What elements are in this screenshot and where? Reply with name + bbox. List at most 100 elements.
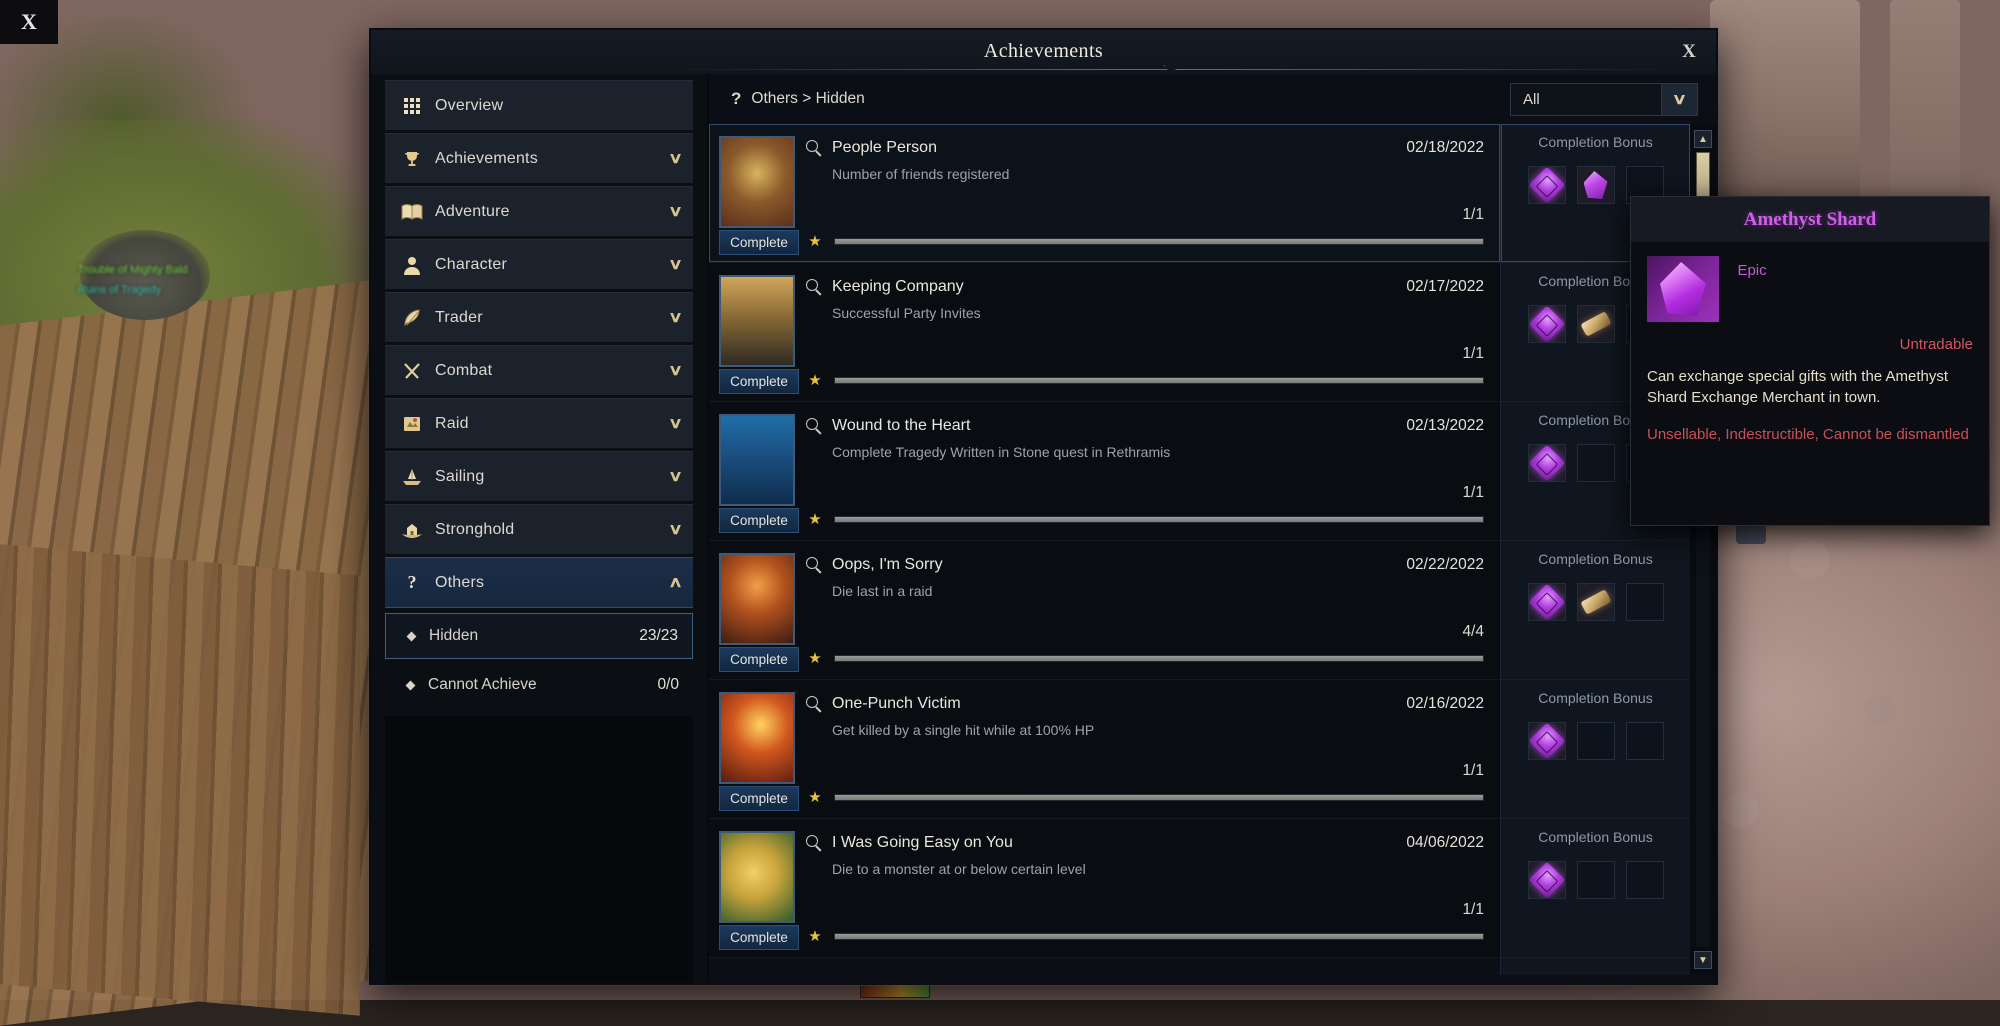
achievement-thumbnail-column: Complete	[709, 402, 804, 540]
achievement-title-row: People Person 02/18/2022	[804, 138, 1500, 158]
sidebar-item-trader[interactable]: Trader∨	[385, 292, 693, 343]
chevron-down-icon[interactable]: ∨	[668, 469, 683, 484]
world-floating-label-1: Trouble of Mighty Bald	[78, 262, 188, 278]
chevron-down-icon[interactable]: ∨	[668, 522, 683, 537]
tooltip-rarity: Epic	[1737, 262, 1766, 279]
chevron-down-icon[interactable]: ∨	[668, 204, 683, 219]
achievement-row[interactable]: Complete One-Punch Victim 02/16/2022 Get…	[709, 680, 1500, 819]
achievement-description: Successful Party Invites	[832, 305, 1500, 321]
achievement-status-badge: Complete	[719, 230, 799, 255]
tooltip-body: Epic Untradable Can exchange special gif…	[1631, 242, 1989, 445]
chevron-down-icon[interactable]: ∨	[668, 363, 683, 378]
magnifier-icon	[804, 555, 824, 575]
completion-bonus-label: Completion Bonus	[1501, 134, 1690, 150]
achievement-icon	[719, 553, 795, 645]
title-diamond-ornament	[1164, 65, 1180, 74]
sidebar-item-sailing[interactable]: Sailing∨	[385, 451, 693, 502]
achievement-icon	[719, 831, 795, 923]
bullet-icon	[407, 631, 417, 641]
close-window-button[interactable]: X	[1674, 38, 1704, 66]
reward-slots	[1501, 583, 1690, 621]
gem-icon	[1528, 862, 1565, 899]
castle-icon	[399, 517, 425, 543]
reward-slot-gem[interactable]	[1528, 861, 1566, 899]
achievement-progress-bar	[834, 794, 1484, 801]
sidebar-item-others[interactable]: ? Others∧	[385, 557, 693, 608]
achievement-title: Oops, I'm Sorry	[832, 556, 1406, 574]
magnifier-icon	[804, 138, 824, 158]
reward-slot-gem[interactable]	[1528, 444, 1566, 482]
completion-bonus-label: Completion Bonus	[1501, 829, 1690, 845]
breadcrumb: Others > Hidden	[751, 90, 1500, 108]
question-icon: ?	[399, 570, 425, 596]
scroll-down-button[interactable]: ▼	[1694, 951, 1712, 969]
reward-slot-empty[interactable]	[1626, 722, 1664, 760]
achievement-title-row: One-Punch Victim 02/16/2022	[804, 694, 1500, 714]
amethyst-shard-icon	[1584, 171, 1608, 199]
reward-slot-scroll[interactable]	[1577, 583, 1615, 621]
sidebar-item-overview[interactable]: Overview	[385, 80, 693, 131]
chevron-down-icon[interactable]: ∨	[1661, 84, 1697, 115]
scroll-icon	[1580, 589, 1611, 615]
sidebar-item-adventure[interactable]: Adventure∨	[385, 186, 693, 237]
sidebar-item-achievements[interactable]: Achievements∨	[385, 133, 693, 184]
achievement-row[interactable]: Complete Oops, I'm Sorry 02/22/2022 Die …	[709, 541, 1500, 680]
content-panel: ? Others > Hidden All ∨ Complete People …	[709, 74, 1716, 983]
scroll-up-button[interactable]: ▲	[1694, 130, 1712, 148]
book-icon	[399, 199, 425, 225]
window-titlebar: Achievements X	[371, 30, 1716, 74]
filter-dropdown[interactable]: All ∨	[1510, 83, 1698, 116]
sidebar-item-combat[interactable]: Combat∨	[385, 345, 693, 396]
star-icon: ★	[806, 232, 824, 250]
reward-slot-gem[interactable]	[1528, 166, 1566, 204]
star-icon: ★	[806, 649, 824, 667]
achievement-progress-bar	[834, 238, 1484, 245]
wooden-boardwalk-lower	[0, 544, 360, 1015]
sidebar-item-character[interactable]: Character∨	[385, 239, 693, 290]
reward-slot-gem[interactable]	[1528, 722, 1566, 760]
chevron-down-icon[interactable]: ∨	[668, 416, 683, 431]
achievement-list-wrapper: Complete People Person 02/18/2022 Number…	[709, 124, 1716, 983]
sidebar-item-label: Raid	[435, 415, 670, 433]
grid-icon	[399, 93, 425, 119]
reward-slot-amethyst-shard[interactable]	[1577, 166, 1615, 204]
sidebar-subitem-hidden[interactable]: Hidden23/23	[385, 613, 693, 659]
achievement-row[interactable]: Complete Keeping Company 02/17/2022 Succ…	[709, 263, 1500, 402]
achievement-details: Oops, I'm Sorry 02/22/2022 Die last in a…	[804, 541, 1500, 679]
sidebar-item-label: Others	[435, 574, 670, 592]
sidebar-subitem-label: Hidden	[429, 627, 639, 645]
reward-slot-empty[interactable]	[1577, 444, 1615, 482]
achievement-progress-line: ★	[804, 927, 1484, 945]
reward-slot-empty[interactable]	[1577, 722, 1615, 760]
achievement-title-row: I Was Going Easy on You 04/06/2022	[804, 833, 1500, 853]
achievement-row[interactable]: Complete I Was Going Easy on You 04/06/2…	[709, 819, 1500, 958]
world-close-button[interactable]: X	[0, 0, 58, 44]
world-floating-label-2: Ruins of Tragedy	[78, 282, 161, 298]
achievement-count: 1/1	[804, 206, 1484, 224]
hp-bar	[860, 984, 930, 998]
achievement-progress-area: 4/4 ★	[804, 623, 1484, 667]
magnifier-icon	[804, 416, 824, 436]
achievement-icon	[719, 275, 795, 367]
reward-slot-empty[interactable]	[1626, 583, 1664, 621]
reward-slot-empty[interactable]	[1577, 861, 1615, 899]
sidebar-item-raid[interactable]: Raid∨	[385, 398, 693, 449]
achievement-row[interactable]: Complete People Person 02/18/2022 Number…	[709, 124, 1500, 263]
reward-slot-scroll[interactable]	[1577, 305, 1615, 343]
sidebar-item-stronghold[interactable]: Stronghold∨	[385, 504, 693, 555]
chevron-down-icon[interactable]: ∨	[668, 310, 683, 325]
reward-slot-empty[interactable]	[1626, 861, 1664, 899]
sidebar-item-label: Combat	[435, 362, 670, 380]
achievement-date: 02/22/2022	[1406, 556, 1484, 574]
chevron-down-icon[interactable]: ∨	[668, 257, 683, 272]
chevron-up-icon[interactable]: ∧	[668, 575, 683, 590]
sidebar-item-label: Character	[435, 256, 670, 274]
tooltip-item-name: Amethyst Shard	[1631, 197, 1989, 242]
sidebar-subitem-cannot-achieve[interactable]: Cannot Achieve0/0	[385, 662, 693, 708]
achievement-row[interactable]: Complete Wound to the Heart 02/13/2022 C…	[709, 402, 1500, 541]
achievement-details: Keeping Company 02/17/2022 Successful Pa…	[804, 263, 1500, 401]
reward-slot-gem[interactable]	[1528, 583, 1566, 621]
sidebar-subitem-count: 0/0	[657, 676, 679, 694]
chevron-down-icon[interactable]: ∨	[668, 151, 683, 166]
reward-slot-gem[interactable]	[1528, 305, 1566, 343]
